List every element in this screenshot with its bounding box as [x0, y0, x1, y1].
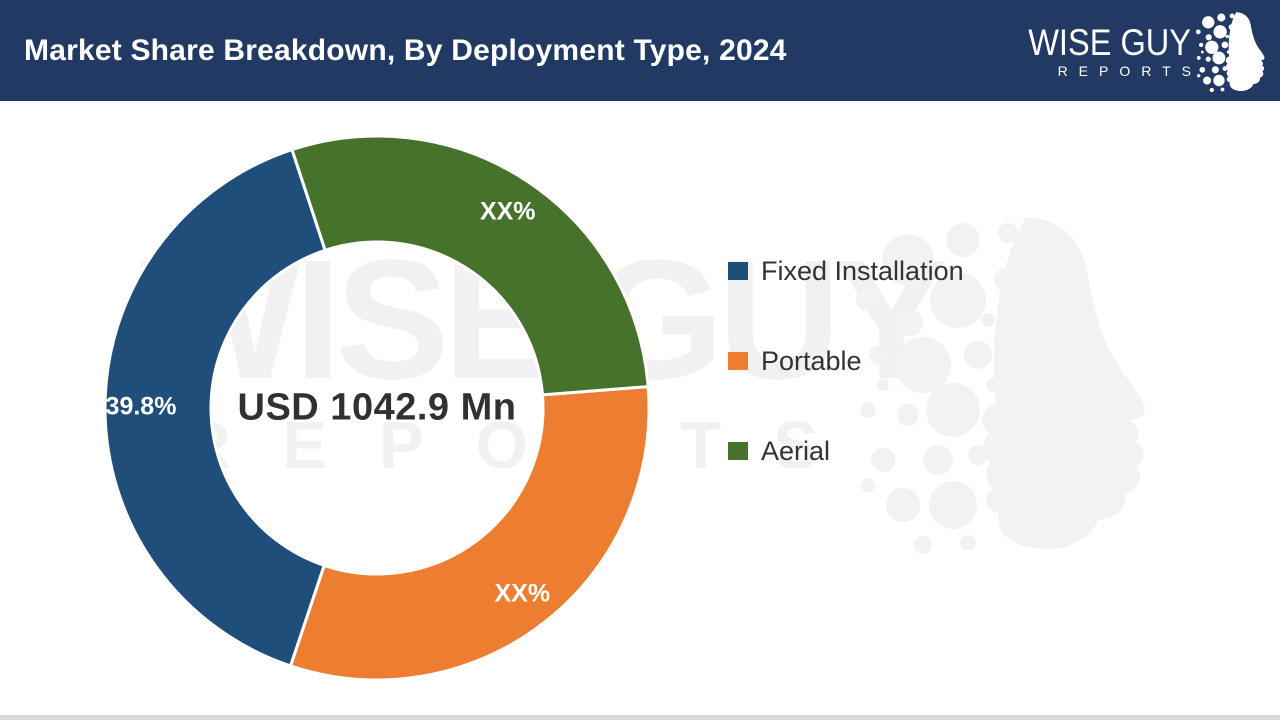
footer-accent-bar — [0, 715, 1280, 720]
legend-swatch-aerial — [728, 442, 748, 460]
brand-name: WISE GUY — [1028, 21, 1191, 63]
legend-label-aerial: Aerial — [761, 435, 831, 466]
legend-item-fixed-installation: Fixed Installation — [728, 256, 964, 286]
header-bar: Market Share Breakdown, By Deployment Ty… — [0, 0, 1280, 101]
legend: Fixed Installation Portable Aerial — [728, 256, 964, 526]
legend-label-portable: Portable — [761, 345, 862, 376]
segment-label-aerial: XX% — [479, 197, 536, 226]
brand-logo-text: WISE GUY REPORTS — [1006, 24, 1191, 78]
segment-aerial — [290, 134, 650, 397]
legend-item-aerial: Aerial — [728, 436, 964, 466]
infographic: Market Share Breakdown, By Deployment Ty… — [0, 0, 1280, 720]
legend-swatch-portable — [728, 352, 748, 370]
page-title: Market Share Breakdown, By Deployment Ty… — [24, 33, 787, 67]
segment-portable — [289, 385, 651, 682]
legend-label-fixed-installation: Fixed Installation — [761, 255, 964, 286]
legend-swatch-fixed-installation — [728, 262, 748, 280]
legend-item-portable: Portable — [728, 346, 964, 376]
donut-center-value: USD 1042.9 Mn — [237, 386, 517, 429]
segment-label-portable: XX% — [494, 579, 551, 608]
segment-label-fixed-installation: 39.8% — [105, 392, 177, 421]
brand-logo: WISE GUY REPORTS — [1006, 7, 1270, 95]
brand-subname: REPORTS — [1057, 62, 1202, 79]
head-profile-icon — [1195, 11, 1265, 92]
